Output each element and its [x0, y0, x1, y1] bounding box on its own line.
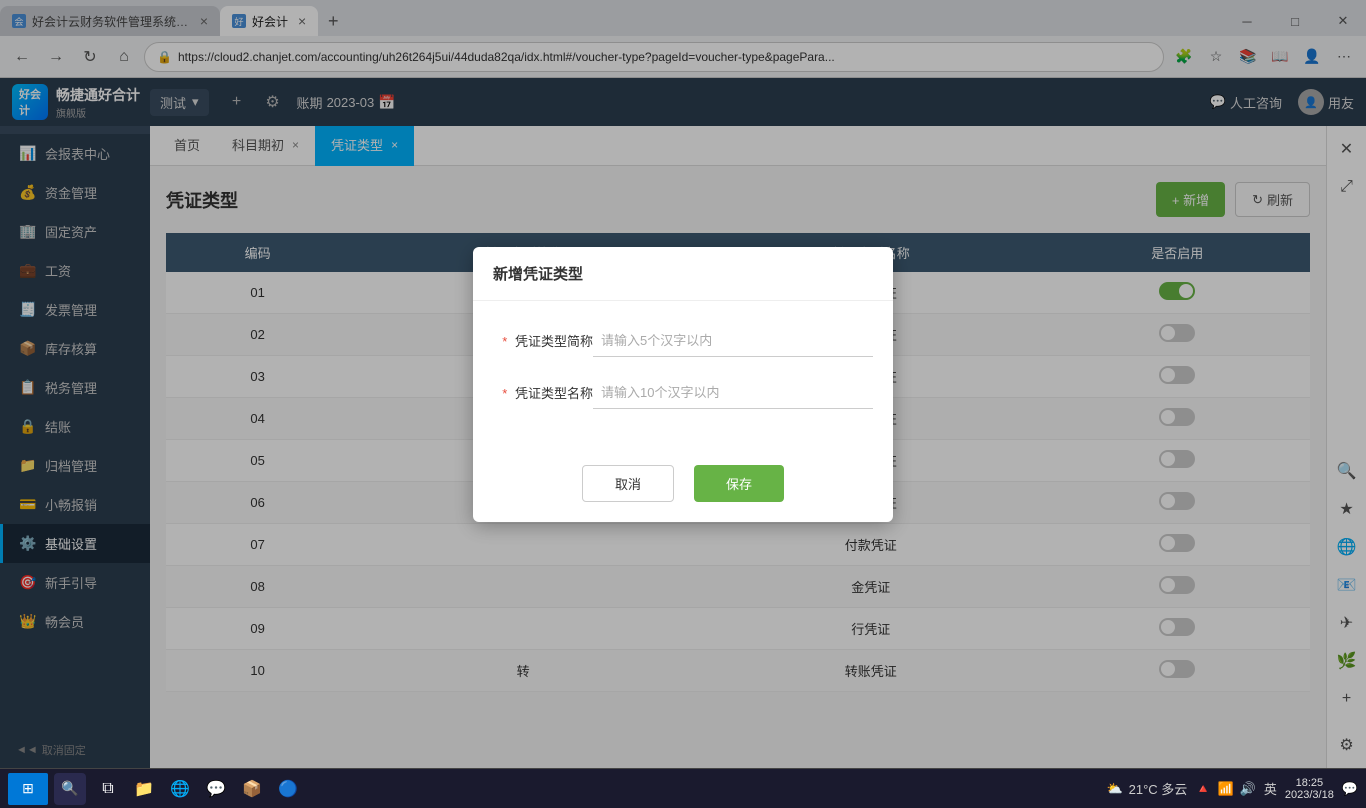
dialog-body: * 凭证类型简称 * 凭证类型名称: [473, 301, 893, 453]
weather-icon: ⛅: [1106, 781, 1122, 797]
cancel-button[interactable]: 取消: [582, 465, 674, 502]
taskbar-clock: 18:25 2023/3/18: [1285, 777, 1334, 801]
start-button[interactable]: ⊞: [8, 773, 48, 805]
short-name-input[interactable]: [593, 325, 873, 357]
taskbar-file-explorer[interactable]: 📁: [128, 773, 160, 805]
notification-button[interactable]: 💬: [1342, 781, 1358, 797]
taskbar-network-icons: 🔺 📶 🔊: [1195, 781, 1256, 797]
short-required-mark: *: [502, 334, 507, 349]
dialog-footer: 取消 保存: [473, 453, 893, 522]
full-name-row: * 凭证类型名称: [493, 377, 873, 409]
full-name-input[interactable]: [593, 377, 873, 409]
lang-indicator: 英: [1264, 779, 1277, 798]
add-voucher-dialog: 新增凭证类型 * 凭证类型简称 * 凭证类型名称 取消 保存: [473, 247, 893, 522]
dialog-overlay: 新增凭证类型 * 凭证类型简称 * 凭证类型名称 取消 保存: [0, 0, 1366, 768]
save-button[interactable]: 保存: [694, 465, 784, 502]
taskbar-store[interactable]: 📦: [236, 773, 268, 805]
weather-text: 21°C 多云: [1129, 779, 1188, 798]
taskbar: ⊞ 🔍 ⧉ 📁 🌐 💬 📦 🔵 ⛅ 21°C 多云 🔺 📶 🔊 英 18:25 …: [0, 768, 1366, 808]
clock-time: 18:25: [1285, 777, 1334, 789]
clock-date: 2023/3/18: [1285, 789, 1334, 801]
taskbar-search[interactable]: 🔍: [54, 773, 86, 805]
network-icon[interactable]: 🔺: [1195, 781, 1211, 797]
dialog-header: 新增凭证类型: [473, 247, 893, 301]
wifi-icon[interactable]: 📶: [1217, 781, 1233, 797]
taskbar-sys-icons: ⛅ 21°C 多云: [1106, 779, 1187, 798]
full-name-label: * 凭证类型名称: [493, 383, 593, 402]
taskbar-right: ⛅ 21°C 多云 🔺 📶 🔊 英 18:25 2023/3/18 💬: [1106, 777, 1358, 801]
taskbar-edge[interactable]: 🔵: [272, 773, 304, 805]
taskbar-task-view[interactable]: ⧉: [92, 773, 124, 805]
taskbar-icons: ⧉ 📁 🌐 💬 📦 🔵: [92, 773, 304, 805]
full-required-mark: *: [502, 386, 507, 401]
dialog-title: 新增凭证类型: [493, 266, 583, 283]
short-name-row: * 凭证类型简称: [493, 325, 873, 357]
taskbar-chrome[interactable]: 🌐: [164, 773, 196, 805]
short-name-label: * 凭证类型简称: [493, 331, 593, 350]
taskbar-wechat[interactable]: 💬: [200, 773, 232, 805]
volume-icon[interactable]: 🔊: [1240, 781, 1256, 797]
